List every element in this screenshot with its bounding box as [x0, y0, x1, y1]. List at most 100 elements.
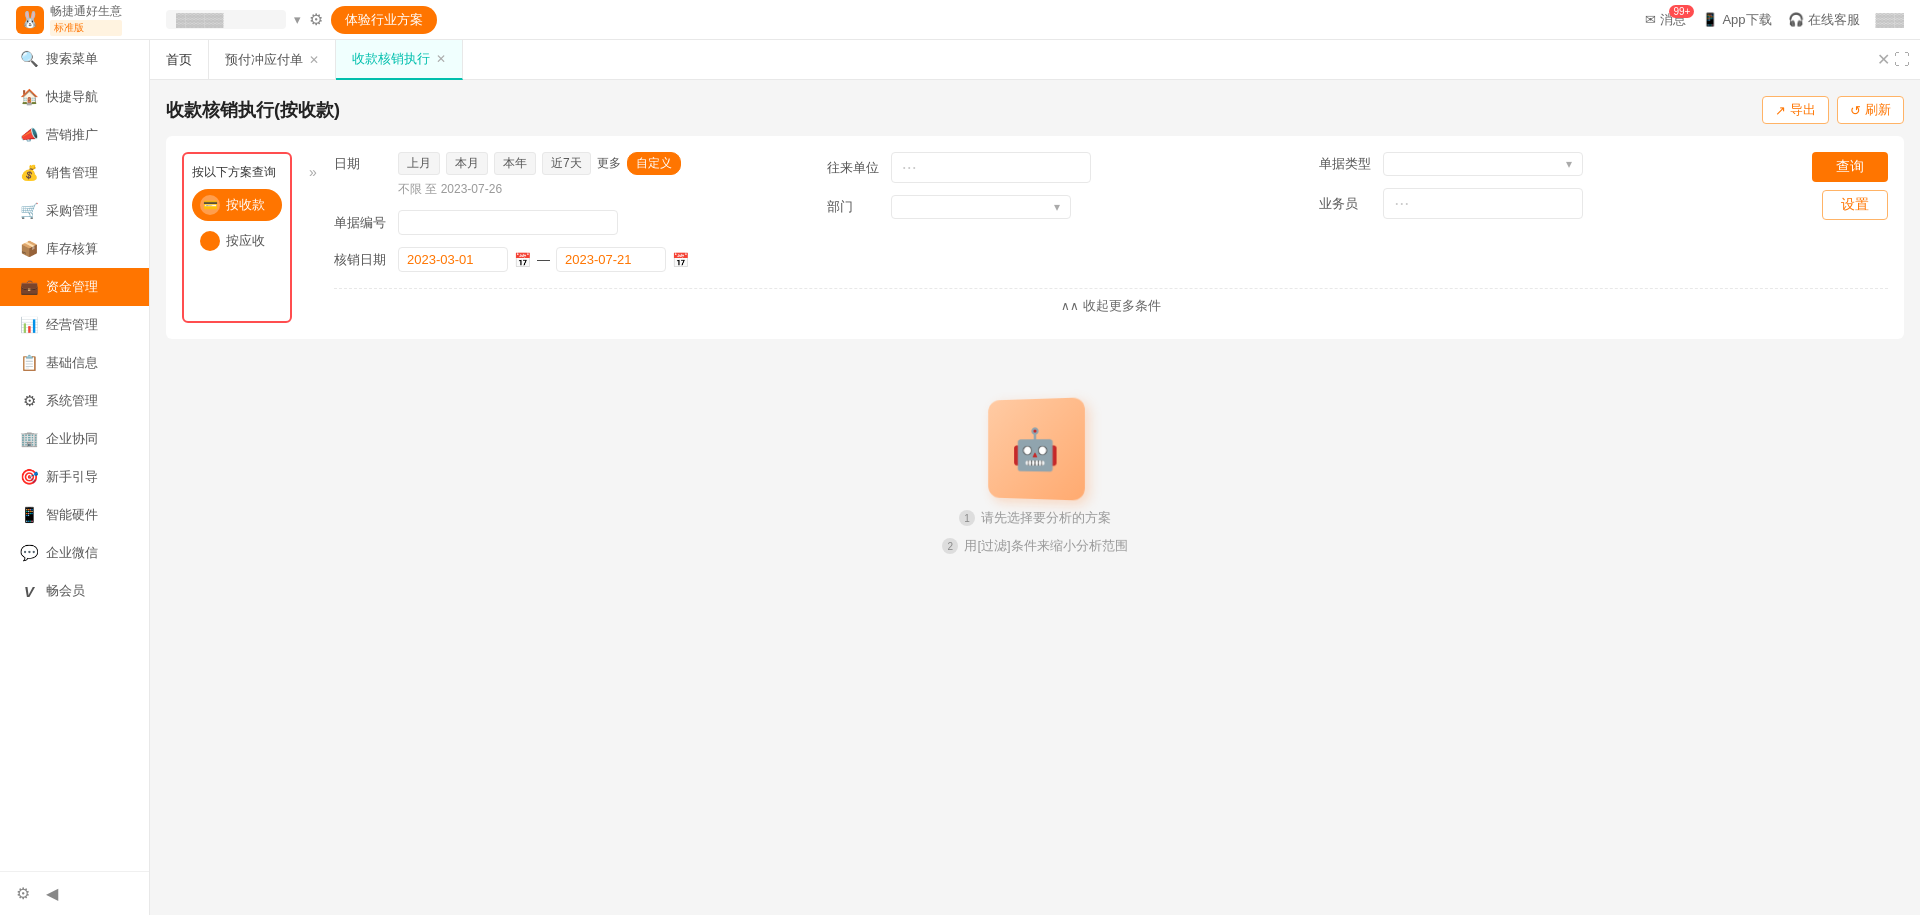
date-btn-7days[interactable]: 近7天	[542, 152, 591, 175]
sidebar-settings-icon[interactable]: ⚙	[16, 884, 30, 903]
filter-collapse-button[interactable]: »	[304, 164, 322, 180]
sidebar-item-marketing[interactable]: 📣 营销推广	[0, 116, 149, 154]
date-range-dash: —	[537, 252, 550, 267]
page-header: 收款核销执行(按收款) ↗ 导出 ↺ 刷新	[166, 96, 1904, 124]
date-btn-this-month[interactable]: 本月	[446, 152, 488, 175]
refresh-button[interactable]: ↺ 刷新	[1837, 96, 1904, 124]
sidebar-item-member[interactable]: V 畅会员	[0, 572, 149, 610]
settings-gear-icon[interactable]: ⚙	[309, 10, 323, 29]
logo-area: 🐰 畅捷通好生意 标准版	[16, 3, 166, 36]
sidebar-item-system[interactable]: ⚙ 系统管理	[0, 382, 149, 420]
verify-date-label: 核销日期	[334, 251, 386, 269]
tab-prepay[interactable]: 预付冲应付单 ✕	[209, 40, 336, 80]
doc-type-picker-button[interactable]: ▾	[1383, 152, 1583, 176]
sidebar-label-finance: 资金管理	[46, 278, 98, 296]
sidebar-item-inventory[interactable]: 📦 库存核算	[0, 230, 149, 268]
partner-picker-button[interactable]: ···	[891, 152, 1091, 183]
tab-collection[interactable]: 收款核销执行 ✕	[336, 40, 463, 80]
filter-row-verify-date: 核销日期 📅 — 📅	[334, 247, 811, 272]
filter-row-dept: 部门 ▾	[827, 195, 1304, 219]
date-more-label[interactable]: 更多	[597, 155, 621, 172]
sidebar-collapse-icon[interactable]: ◀	[46, 884, 58, 903]
main-content: 收款核销执行(按收款) ↗ 导出 ↺ 刷新 按以下方案查询 💳 按收款 ⏱ 按应…	[150, 80, 1920, 915]
collapse-more-icon: ∧∧	[1061, 299, 1079, 313]
date-btn-last-month[interactable]: 上月	[398, 152, 440, 175]
partner-label: 往来单位	[827, 159, 879, 177]
filter-option-by-receivable[interactable]: ⏱ 按应收	[192, 225, 282, 257]
empty-step-2: 2 用[过滤]条件来缩小分析范围	[942, 537, 1127, 555]
sidebar-bottom: ⚙ ◀	[0, 871, 149, 915]
doc-no-input[interactable]	[398, 210, 618, 235]
message-button[interactable]: ✉ 消息 99+	[1645, 11, 1686, 29]
sidebar-item-hardware[interactable]: 📱 智能硬件	[0, 496, 149, 534]
search-icon: 🔍	[20, 50, 38, 68]
sidebar-label-wechat: 企业微信	[46, 544, 98, 562]
tab-prepay-label: 预付冲应付单	[225, 51, 303, 69]
sidebar-item-operation[interactable]: 📊 经营管理	[0, 306, 149, 344]
app-download-button[interactable]: 📱 App下载	[1702, 11, 1771, 29]
sidebar-item-finance[interactable]: 💼 资金管理	[0, 268, 149, 306]
sidebar-item-basic[interactable]: 📋 基础信息	[0, 344, 149, 382]
verify-date-start-input[interactable]	[398, 247, 508, 272]
date-btn-custom[interactable]: 自定义	[627, 152, 681, 175]
tab-home[interactable]: 首页	[150, 40, 209, 80]
member-icon: V	[20, 583, 38, 600]
collapse-more-label: 收起更多条件	[1083, 297, 1161, 315]
doc-no-label: 单据编号	[334, 214, 386, 232]
system-icon: ⚙	[20, 392, 38, 410]
setting-button[interactable]: 设置	[1822, 190, 1888, 220]
online-service-button[interactable]: 🎧 在线客服	[1788, 11, 1860, 29]
home-icon: 🏠	[20, 88, 38, 106]
filter-panel-title: 按以下方案查询	[192, 164, 282, 181]
tab-close-all-icon[interactable]: ✕	[1877, 50, 1890, 69]
guide-icon: 🎯	[20, 468, 38, 486]
partner-dots-icon: ···	[902, 157, 917, 178]
date-btn-this-year[interactable]: 本年	[494, 152, 536, 175]
query-button[interactable]: 查询	[1812, 152, 1888, 182]
sidebar-label-operation: 经营管理	[46, 316, 98, 334]
app-download-icon: 📱	[1702, 12, 1718, 27]
dept-picker-button[interactable]: ▾	[891, 195, 1071, 219]
collapse-chevron-icon: »	[309, 164, 317, 180]
wechat-icon: 💬	[20, 544, 38, 562]
collapse-more-button[interactable]: ∧∧ 收起更多条件	[334, 288, 1888, 323]
sidebar-item-enterprise[interactable]: 🏢 企业协同	[0, 420, 149, 458]
app-badge: 标准版	[50, 20, 122, 36]
sidebar-item-quick-nav[interactable]: 🏠 快捷导航	[0, 78, 149, 116]
tab-prepay-close-icon[interactable]: ✕	[309, 53, 319, 67]
filter-option-receivable-label: 按应收	[226, 232, 265, 250]
verify-date-end-input[interactable]	[556, 247, 666, 272]
enterprise-icon: 🏢	[20, 430, 38, 448]
message-badge: 99+	[1669, 5, 1694, 18]
export-icon: ↗	[1775, 103, 1786, 118]
company-dropdown-icon[interactable]: ▾	[294, 12, 301, 27]
filter-panel: 按以下方案查询 💳 按收款 ⏱ 按应收 » 日期	[166, 136, 1904, 339]
receipt-icon: 💳	[200, 195, 220, 215]
sidebar-item-wechat[interactable]: 💬 企业微信	[0, 534, 149, 572]
calendar-start-icon[interactable]: 📅	[514, 252, 531, 268]
filter-scheme-panel: 按以下方案查询 💳 按收款 ⏱ 按应收	[182, 152, 292, 323]
sidebar-item-search-menu[interactable]: 🔍 搜索菜单	[0, 40, 149, 78]
sidebar-label-marketing: 营销推广	[46, 126, 98, 144]
filter-option-receipt-label: 按收款	[226, 196, 265, 214]
sales-icon: 💰	[20, 164, 38, 182]
industry-plan-button[interactable]: 体验行业方案	[331, 6, 437, 34]
step-2-num: 2	[942, 538, 958, 554]
page-title: 收款核销执行(按收款)	[166, 98, 340, 122]
tab-expand-icon[interactable]: ⛶	[1894, 51, 1910, 69]
sidebar-item-sales[interactable]: 💰 销售管理	[0, 154, 149, 192]
sidebar-item-guide[interactable]: 🎯 新手引导	[0, 458, 149, 496]
refresh-icon: ↺	[1850, 103, 1861, 118]
basic-icon: 📋	[20, 354, 38, 372]
tab-collection-close-icon[interactable]: ✕	[436, 52, 446, 66]
inventory-icon: 📦	[20, 240, 38, 258]
purchase-icon: 🛒	[20, 202, 38, 220]
tabs-bar: 首页 预付冲应付单 ✕ 收款核销执行 ✕ ✕ ⛶	[150, 40, 1920, 80]
filter-row-date: 日期 上月 本月 本年 近7天 更多 自定义	[334, 152, 811, 175]
calendar-end-icon[interactable]: 📅	[672, 252, 689, 268]
export-button[interactable]: ↗ 导出	[1762, 96, 1829, 124]
filter-option-by-receipt[interactable]: 💳 按收款	[192, 189, 282, 221]
user-info: ▓▓▓	[1876, 12, 1904, 27]
salesman-picker-button[interactable]: ···	[1383, 188, 1583, 219]
sidebar-item-purchase[interactable]: 🛒 采购管理	[0, 192, 149, 230]
